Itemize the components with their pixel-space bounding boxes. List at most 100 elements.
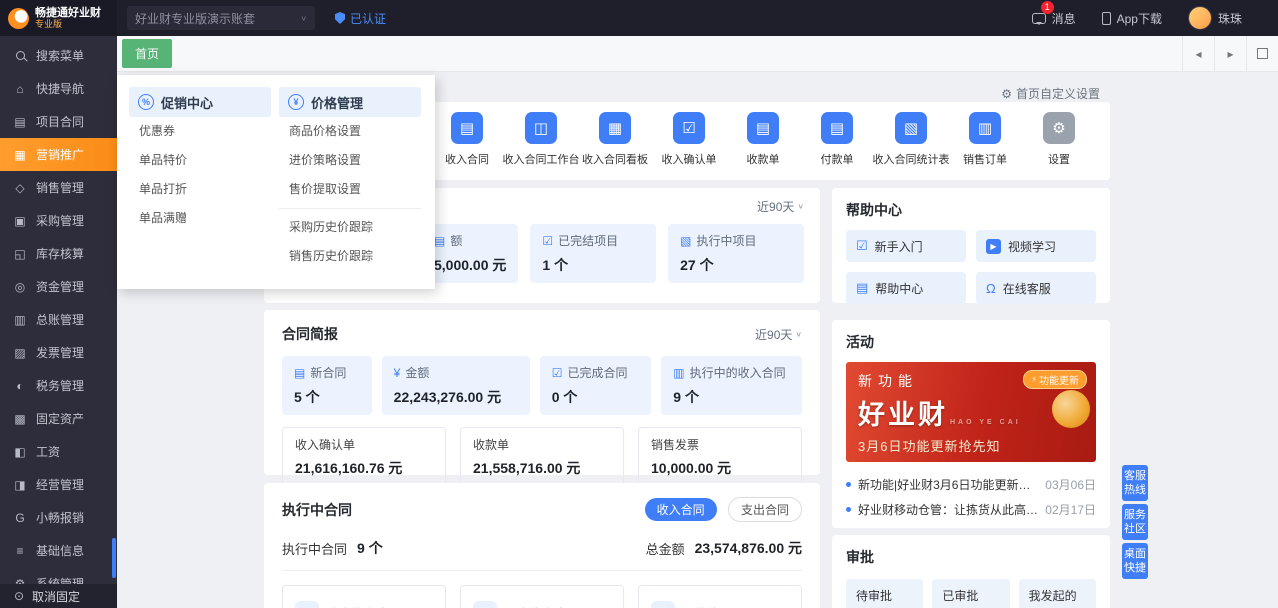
logo-subtitle: 专业版 <box>35 19 63 29</box>
menu-item-gift-promo[interactable]: 单品满赠 <box>129 204 271 233</box>
sidebar-item-payroll[interactable]: ◧ 工资 <box>0 435 117 468</box>
sidebar-item-base-info[interactable]: ≡ 基础信息 <box>0 534 117 567</box>
total-amount-value: 23,574,876.00 元 <box>694 540 802 556</box>
sidebar-item-purchase[interactable]: ▣ 采购管理 <box>0 204 117 237</box>
user-menu[interactable]: 珠珠 <box>1187 6 1242 30</box>
brief-box-income-confirm[interactable]: 收入确认单 21,616,160.76 元 <box>282 427 446 487</box>
homepage-customize-button[interactable]: ⚙ 首页自定义设置 <box>1001 85 1100 102</box>
expense-contract-pill[interactable]: 支出合同 <box>727 497 802 522</box>
quick-icon-payment[interactable]: ▤ 付款单 <box>800 112 874 180</box>
quick-icon-contract-board[interactable]: ▦ 收入合同看板 <box>578 112 652 180</box>
approval-tab-initiated[interactable]: 我发起的 <box>1018 579 1096 608</box>
expense-icon: G <box>15 510 25 525</box>
sidebar-item-inventory[interactable]: ◱ 库存核算 <box>0 237 117 270</box>
brief-box-receipt[interactable]: 收款单 21,558,716.00 元 <box>460 427 624 487</box>
project-stat-amount[interactable]: ▤ 额 5,000.00 元 <box>422 224 519 283</box>
quick-icon-settings[interactable]: ⚙ 设置 <box>1022 112 1096 180</box>
account-selector-value: 好业财专业版演示账套 <box>135 11 256 26</box>
sidebar-item-marketing[interactable]: ▦ 营销推广 <box>0 138 117 171</box>
project-range-dropdown[interactable]: 近90天 ∨ <box>757 198 804 215</box>
brief-stat-completed[interactable]: ☑ 已完成合同 0 个 <box>539 356 652 415</box>
service-community-button[interactable]: 服务社区 <box>1122 504 1148 540</box>
menu-item-coupon[interactable]: 优惠券 <box>129 117 271 146</box>
exec-box-received[interactable]: ¥ 已收款 <box>638 585 802 608</box>
service-hotline-button[interactable]: 客服热线 <box>1122 465 1148 501</box>
income-contract-pill[interactable]: 收入合同 <box>644 498 717 521</box>
sidebar-item-sales[interactable]: ◇ 销售管理 <box>0 171 117 204</box>
quick-icon-income-confirm[interactable]: ☑ 收入确认单 <box>652 112 726 180</box>
menu-item-purchase-price-strategy[interactable]: 进价策略设置 <box>279 146 421 175</box>
app-download-label: App下载 <box>1116 11 1162 26</box>
promotion-icon: % <box>138 94 154 110</box>
help-online-service-button[interactable]: Ω 在线客服 <box>976 272 1096 304</box>
fullscreen-button[interactable] <box>1246 36 1278 71</box>
quick-icon-contract-stats[interactable]: ▧ 收入合同统计表 <box>873 112 950 180</box>
unpin-sidebar-button[interactable]: ⊙ 取消固定 <box>0 584 117 608</box>
sidebar-item-expense[interactable]: G 小畅报销 <box>0 501 117 534</box>
money-icon: ¥ <box>393 365 401 380</box>
tab-scroll-right-button[interactable]: ▸ <box>1214 36 1246 71</box>
brief-box-sales-invoice[interactable]: 销售发票 10,000.00 元 <box>638 427 802 487</box>
app-download-button[interactable]: App下载 <box>1101 10 1162 27</box>
feature-update-button[interactable]: ⚡ 功能更新 <box>1023 370 1087 389</box>
quick-icon-income-contract[interactable]: ▤ 收入合同 <box>430 112 504 180</box>
sidebar-item-general-ledger[interactable]: ▥ 总账管理 <box>0 303 117 336</box>
inventory-icon: ◱ <box>14 246 26 261</box>
exec-box-confirmed-receivable[interactable]: ☑ 已应收确认 <box>460 585 624 608</box>
tab-scroll-left-button[interactable]: ◂ <box>1182 36 1214 71</box>
project-stat-executing[interactable]: ▧ 执行中项目 27 个 <box>668 224 804 283</box>
news-item[interactable]: 好业财移动仓管：让拣货从此高效轻松 02月17日 <box>846 497 1096 522</box>
promotion-center-header[interactable]: % 促销中心 <box>129 87 271 117</box>
help-center-button[interactable]: ▤ 帮助中心 <box>846 272 966 304</box>
sidebar-item-search-menu[interactable]: 搜索菜单 <box>0 39 117 72</box>
brief-range-dropdown[interactable]: 近90天 ∨ <box>755 326 802 343</box>
sidebar-item-label: 营销推广 <box>36 148 85 162</box>
sidebar-item-fixed-assets[interactable]: ▩ 固定资产 <box>0 402 117 435</box>
exec-box-pending-receivable[interactable]: ▤ 待应收确认 <box>282 585 446 608</box>
tab-home[interactable]: 首页 <box>122 39 173 68</box>
sidebar-scrollbar[interactable] <box>112 538 116 578</box>
check-doc-icon: ☑ <box>473 601 497 608</box>
quick-icon-receipt[interactable]: ▤ 收款单 <box>726 112 800 180</box>
sidebar-item-label: 小畅报销 <box>36 511 85 525</box>
order-icon: ▥ <box>673 365 685 380</box>
brief-stat-executing-income[interactable]: ▥ 执行中的收入合同 9 个 <box>661 356 802 415</box>
approval-tab-approved[interactable]: 已审批 <box>932 579 1010 608</box>
news-item[interactable]: 新功能|好业财3月6日功能更新抢先知 03月06日 <box>846 472 1096 497</box>
money-icon: ¥ <box>651 601 675 608</box>
sidebar-item-funds[interactable]: ◎ 资金管理 <box>0 270 117 303</box>
activity-banner[interactable]: 新功能 ⚡ 功能更新 好业财 HAO YE CAI 3月6日功能更新抢先知 <box>846 362 1096 462</box>
menu-item-purchase-history-track[interactable]: 采购历史价跟踪 <box>279 213 421 242</box>
messages-button[interactable]: 1 消息 <box>1031 0 1076 27</box>
account-selector[interactable]: 好业财专业版演示账套 ∨ <box>127 6 315 30</box>
total-amount-label: 总金额 <box>645 541 685 557</box>
sidebar-item-tax[interactable]: ◐ 税务管理 <box>0 369 117 402</box>
sidebar-item-operation[interactable]: ◨ 经营管理 <box>0 468 117 501</box>
sidebar-item-label: 搜索菜单 <box>36 49 85 63</box>
sidebar-item-project-contract[interactable]: ▤ 项目合同 <box>0 105 117 138</box>
marketing-flyout-menu: % 促销中心 优惠券 单品特价 单品打折 单品满赠 ¥ 价格管理 商品价格设置 … <box>117 75 435 289</box>
phone-icon <box>1101 11 1111 25</box>
desktop-shortcut-button[interactable]: 桌面快捷 <box>1122 543 1148 579</box>
sidebar-item-quick-nav[interactable]: ⌂ 快捷导航 <box>0 72 117 105</box>
menu-item-sale-price-extract[interactable]: 售价提取设置 <box>279 175 421 204</box>
sidebar-item-invoice[interactable]: ▨ 发票管理 <box>0 336 117 369</box>
sidebar-item-label: 采购管理 <box>36 214 85 228</box>
help-video-learning-button[interactable]: ▶ 视频学习 <box>976 230 1096 262</box>
quick-icon-sales-order[interactable]: ▥ 销售订单 <box>948 112 1022 180</box>
menu-item-discount[interactable]: 单品打折 <box>129 175 271 204</box>
approval-tab-pending[interactable]: 待审批 <box>846 579 924 608</box>
project-stat-finished[interactable]: ☑ 已完结项目 1 个 <box>530 224 657 283</box>
help-getting-started-button[interactable]: ☑ 新手入门 <box>846 230 966 262</box>
quick-icon-contract-workbench[interactable]: ◫ 收入合同工作台 <box>503 112 580 180</box>
stats-icon: ▧ <box>895 112 927 144</box>
brief-stat-new-contracts[interactable]: ▤ 新合同 5 个 <box>282 356 372 415</box>
brief-stat-amount[interactable]: ¥ 金额 22,243,276.00 元 <box>381 356 530 415</box>
menu-item-special-price[interactable]: 单品特价 <box>129 146 271 175</box>
doc-icon: ▤ <box>295 601 319 608</box>
activity-card: 活动 新功能 ⚡ 功能更新 好业财 HAO YE CAI 3月6日功能更新抢先知 … <box>832 320 1110 528</box>
price-management-header[interactable]: ¥ 价格管理 <box>279 87 421 117</box>
menu-item-goods-price-setting[interactable]: 商品价格设置 <box>279 117 421 146</box>
arrow-left-icon: ◂ <box>1195 46 1202 61</box>
menu-item-sales-history-track[interactable]: 销售历史价跟踪 <box>279 242 421 271</box>
